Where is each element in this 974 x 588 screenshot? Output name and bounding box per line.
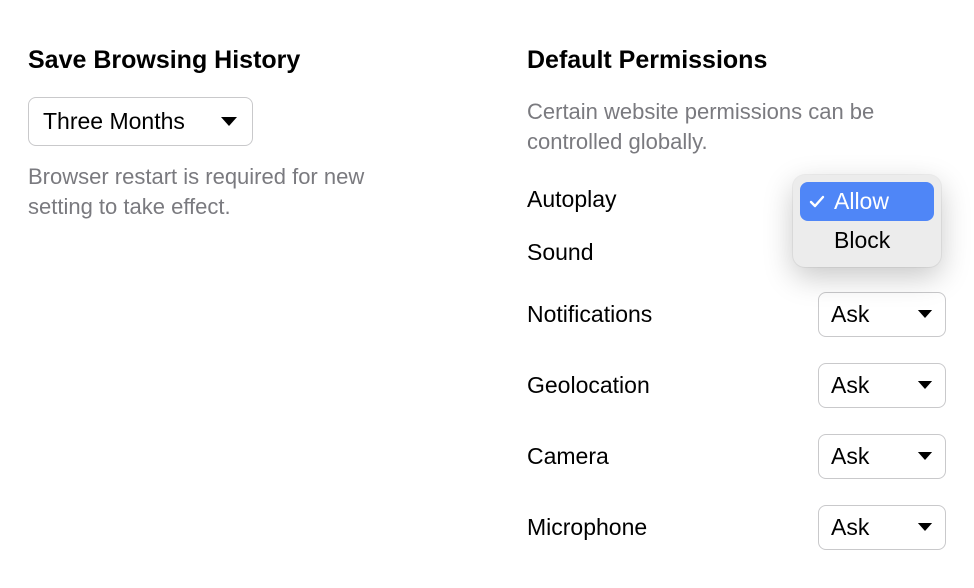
history-section-title: Save Browsing History	[28, 46, 447, 75]
check-icon	[808, 194, 826, 210]
notifications-select[interactable]: Ask	[818, 292, 946, 337]
dropdown-option-label: Allow	[834, 188, 889, 215]
camera-select[interactable]: Ask	[818, 434, 946, 479]
chevron-down-icon	[917, 380, 933, 391]
chevron-down-icon	[220, 116, 238, 128]
dropdown-option-allow[interactable]: Allow	[800, 182, 934, 221]
permission-row-camera: Camera Ask	[527, 434, 946, 479]
chevron-down-icon	[917, 451, 933, 462]
microphone-select[interactable]: Ask	[818, 505, 946, 550]
select-value: Ask	[831, 514, 869, 541]
select-value: Ask	[831, 301, 869, 328]
permission-label: Autoplay	[527, 186, 617, 213]
dropdown-option-label: Block	[834, 227, 890, 254]
autoplay-dropdown-menu[interactable]: Allow Block	[793, 175, 941, 267]
dropdown-option-block[interactable]: Block	[800, 221, 934, 260]
permissions-helper-text: Certain website permissions can be contr…	[527, 97, 927, 156]
permission-label: Camera	[527, 443, 609, 470]
geolocation-select[interactable]: Ask	[818, 363, 946, 408]
permissions-section-title: Default Permissions	[527, 46, 946, 75]
permission-label: Notifications	[527, 301, 652, 328]
permission-label: Microphone	[527, 514, 647, 541]
chevron-down-icon	[917, 522, 933, 533]
chevron-down-icon	[917, 309, 933, 320]
permission-label: Geolocation	[527, 372, 650, 399]
history-duration-value: Three Months	[43, 108, 185, 135]
history-helper-text: Browser restart is required for new sett…	[28, 162, 408, 221]
permission-row-microphone: Microphone Ask	[527, 505, 946, 550]
select-value: Ask	[831, 443, 869, 470]
history-duration-select[interactable]: Three Months	[28, 97, 253, 146]
permission-row-notifications: Notifications Ask	[527, 292, 946, 337]
permission-label: Sound	[527, 239, 594, 266]
permission-row-geolocation: Geolocation Ask	[527, 363, 946, 408]
select-value: Ask	[831, 372, 869, 399]
